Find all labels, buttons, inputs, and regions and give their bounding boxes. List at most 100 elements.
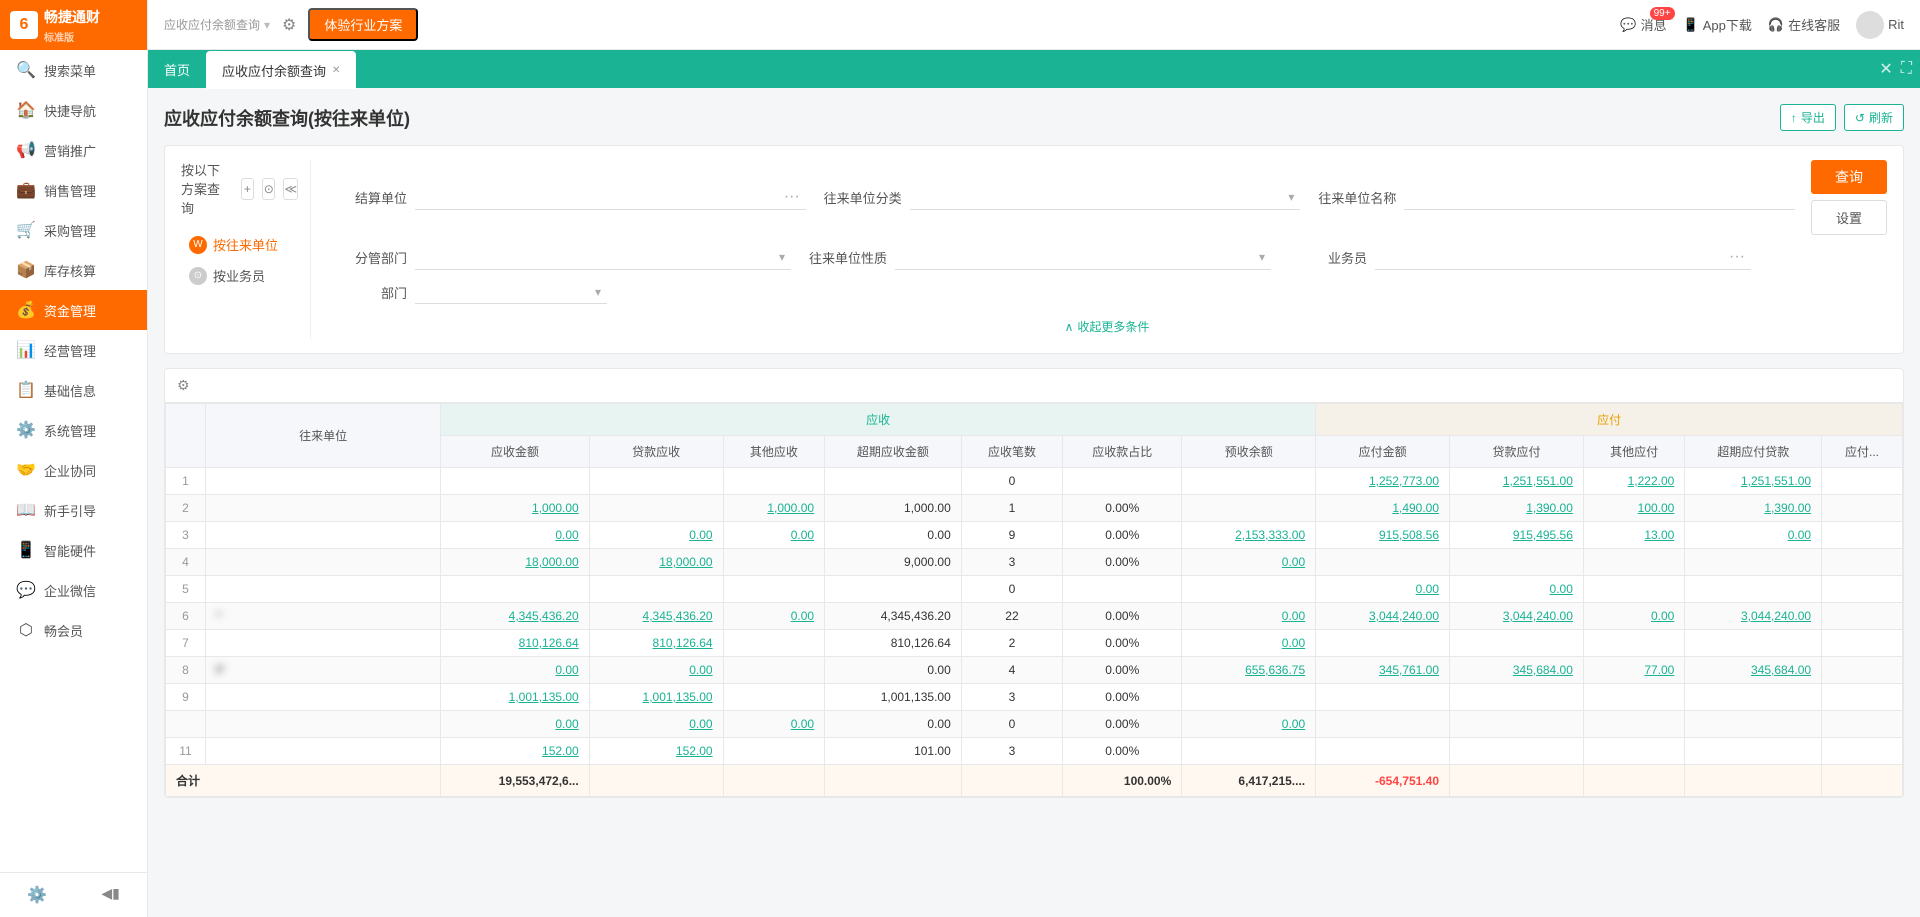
sidebar-item-inventory[interactable]: 📦 库存核算 (0, 250, 147, 290)
cell-link[interactable]: 0.00 (555, 717, 578, 731)
cell-link[interactable]: 1,390.00 (1764, 501, 1811, 515)
cell-link[interactable]: 1,251,551.00 (1503, 474, 1573, 488)
cell-link[interactable]: 0.00 (555, 528, 578, 542)
tab-home[interactable]: 首页 (148, 50, 206, 88)
sidebar-item-quick-nav[interactable]: 🏠 快捷导航 (0, 90, 147, 130)
query-button[interactable]: 查询 (1811, 160, 1887, 194)
sidebar-item-operations[interactable]: 📊 经营管理 (0, 330, 147, 370)
cell-link[interactable]: 345,684.00 (1751, 663, 1811, 677)
cell-link[interactable]: 1,001,135.00 (509, 690, 579, 704)
cell-link[interactable]: 0.00 (1282, 609, 1305, 623)
cell-link[interactable]: 1,222.00 (1628, 474, 1675, 488)
cell-link[interactable]: 0.00 (1416, 582, 1439, 596)
cell-link[interactable]: 1,390.00 (1526, 501, 1573, 515)
cell-link[interactable]: 1,001,135.00 (643, 690, 713, 704)
mode-by-unit[interactable]: W 按往来单位 (181, 229, 298, 260)
scheme-more-btn[interactable]: ≪ (283, 178, 298, 200)
cell-link[interactable]: 100.00 (1638, 501, 1675, 515)
cell-link[interactable]: 0.00 (689, 528, 712, 542)
cell-link[interactable]: 0.00 (791, 528, 814, 542)
cell-link[interactable]: 3,044,240.00 (1503, 609, 1573, 623)
user-info[interactable]: Rit (1856, 11, 1904, 39)
cell-link[interactable]: 4,345,436.20 (643, 609, 713, 623)
cell-link[interactable]: 1,490.00 (1392, 501, 1439, 515)
table-row[interactable]: 8P0.000.000.0040.00%655,636.75345,761.00… (166, 657, 1903, 684)
cell-link[interactable]: 0.00 (791, 609, 814, 623)
cell-link[interactable]: 655,636.75 (1245, 663, 1305, 677)
cell-link[interactable]: 18,000.00 (659, 555, 712, 569)
table-row[interactable]: 101,252,773.001,251,551.001,222.001,251,… (166, 468, 1903, 495)
cell-link[interactable]: 915,495.56 (1513, 528, 1573, 542)
sidebar-item-marketing[interactable]: 📢 营销推广 (0, 130, 147, 170)
tab-close-btn[interactable]: ✕ (332, 65, 340, 76)
cell-link[interactable]: 345,761.00 (1379, 663, 1439, 677)
unit-name-input[interactable] (1404, 186, 1795, 210)
sidebar-item-finance[interactable]: 💰 资金管理 (0, 290, 147, 330)
cell-link[interactable]: 152.00 (676, 744, 713, 758)
close-window-btn[interactable]: ✕ (1879, 59, 1892, 79)
sidebar-item-collab[interactable]: 🤝 企业协同 (0, 450, 147, 490)
cell-link[interactable]: 0.00 (555, 663, 578, 677)
table-row[interactable]: 418,000.0018,000.009,000.0030.00%0.00 (166, 549, 1903, 576)
table-settings-icon[interactable]: ⚙ (177, 377, 190, 394)
sidebar-item-system[interactable]: ⚙️ 系统管理 (0, 410, 147, 450)
cell-link[interactable]: 152.00 (542, 744, 579, 758)
settlement-unit-input[interactable]: ··· (415, 185, 806, 210)
cell-link[interactable]: 0.00 (1282, 555, 1305, 569)
table-row[interactable]: 500.000.00 (166, 576, 1903, 603)
message-btn[interactable]: 💬 消息 99+ (1620, 15, 1666, 34)
cell-link[interactable]: 810,126.64 (653, 636, 713, 650)
cell-link[interactable]: 0.00 (689, 663, 712, 677)
sidebar-item-sales[interactable]: 💼 销售管理 (0, 170, 147, 210)
add-scheme-btn[interactable]: + (241, 178, 254, 200)
table-row[interactable]: 30.000.000.000.0090.00%2,153,333.00915,5… (166, 522, 1903, 549)
table-row[interactable]: 0.000.000.000.0000.00%0.00 (166, 711, 1903, 738)
app-download-btn[interactable]: 📱 App下载 (1683, 15, 1752, 34)
table-row[interactable]: 6^4,345,436.204,345,436.200.004,345,436.… (166, 603, 1903, 630)
unit-category-select[interactable]: ▾ (910, 186, 1301, 210)
sidebar-item-purchase[interactable]: 🛒 采购管理 (0, 210, 147, 250)
sidebar-item-guide[interactable]: 📖 新手引导 (0, 490, 147, 530)
unit-nature-select[interactable]: ▾ (895, 246, 1271, 270)
cell-link[interactable]: 0.00 (1282, 717, 1305, 731)
cell-link[interactable]: 1,000.00 (767, 501, 814, 515)
cell-link[interactable]: 1,000.00 (532, 501, 579, 515)
setting-button[interactable]: 设置 (1811, 200, 1887, 235)
cell-link[interactable]: 0.00 (689, 717, 712, 731)
sidebar-item-wechat[interactable]: 💬 企业微信 (0, 570, 147, 610)
cell-link[interactable]: 0.00 (791, 717, 814, 731)
tab-ar-ap-query[interactable]: 应收应付余额查询 ✕ (206, 51, 356, 89)
table-row[interactable]: 11152.00152.00101.0030.00% (166, 738, 1903, 765)
sidebar-item-search-menu[interactable]: 🔍 搜索菜单 (0, 50, 147, 90)
cell-link[interactable]: 0.00 (1788, 528, 1811, 542)
sidebar-settings-btn[interactable]: ⚙️ (27, 885, 47, 905)
department-select[interactable]: ▾ (415, 280, 607, 304)
table-row[interactable]: 91,001,135.001,001,135.001,001,135.0030.… (166, 684, 1903, 711)
salesman-input[interactable]: ··· (1375, 245, 1751, 270)
cell-link[interactable]: 13.00 (1644, 528, 1674, 542)
cell-link[interactable]: 3,044,240.00 (1369, 609, 1439, 623)
online-service-btn[interactable]: 🎧 在线客服 (1768, 15, 1840, 34)
expand-btn[interactable]: ⛶ (1901, 60, 1912, 78)
cell-link[interactable]: 0.00 (1282, 636, 1305, 650)
cell-link[interactable]: 810,126.64 (519, 636, 579, 650)
cell-link[interactable]: 77.00 (1644, 663, 1674, 677)
refresh-button[interactable]: ↺ 刷新 (1844, 104, 1904, 131)
gear-icon[interactable]: ⚙ (282, 15, 296, 35)
scheme-settings-btn[interactable]: ⊙ (262, 178, 275, 200)
cell-link[interactable]: 345,684.00 (1513, 663, 1573, 677)
mode-by-staff[interactable]: ⊙ 按业务员 (181, 260, 298, 291)
cell-link[interactable]: 1,252,773.00 (1369, 474, 1439, 488)
table-row[interactable]: 21,000.001,000.001,000.0010.00%1,490.001… (166, 495, 1903, 522)
sidebar-collapse-btn[interactable]: ◀▮ (101, 885, 119, 905)
cell-link[interactable]: 0.00 (1550, 582, 1573, 596)
cell-link[interactable]: 2,153,333.00 (1235, 528, 1305, 542)
cell-link[interactable]: 915,508.56 (1379, 528, 1439, 542)
promo-button[interactable]: 体验行业方案 (308, 8, 418, 41)
cell-link[interactable]: 18,000.00 (525, 555, 578, 569)
sidebar-item-hardware[interactable]: 📱 智能硬件 (0, 530, 147, 570)
sidebar-item-member[interactable]: ⬡ 畅会员 (0, 610, 147, 650)
table-row[interactable]: 7810,126.64810,126.64810,126.6420.00%0.0… (166, 630, 1903, 657)
sidebar-item-basic[interactable]: 📋 基础信息 (0, 370, 147, 410)
cell-link[interactable]: 0.00 (1651, 609, 1674, 623)
